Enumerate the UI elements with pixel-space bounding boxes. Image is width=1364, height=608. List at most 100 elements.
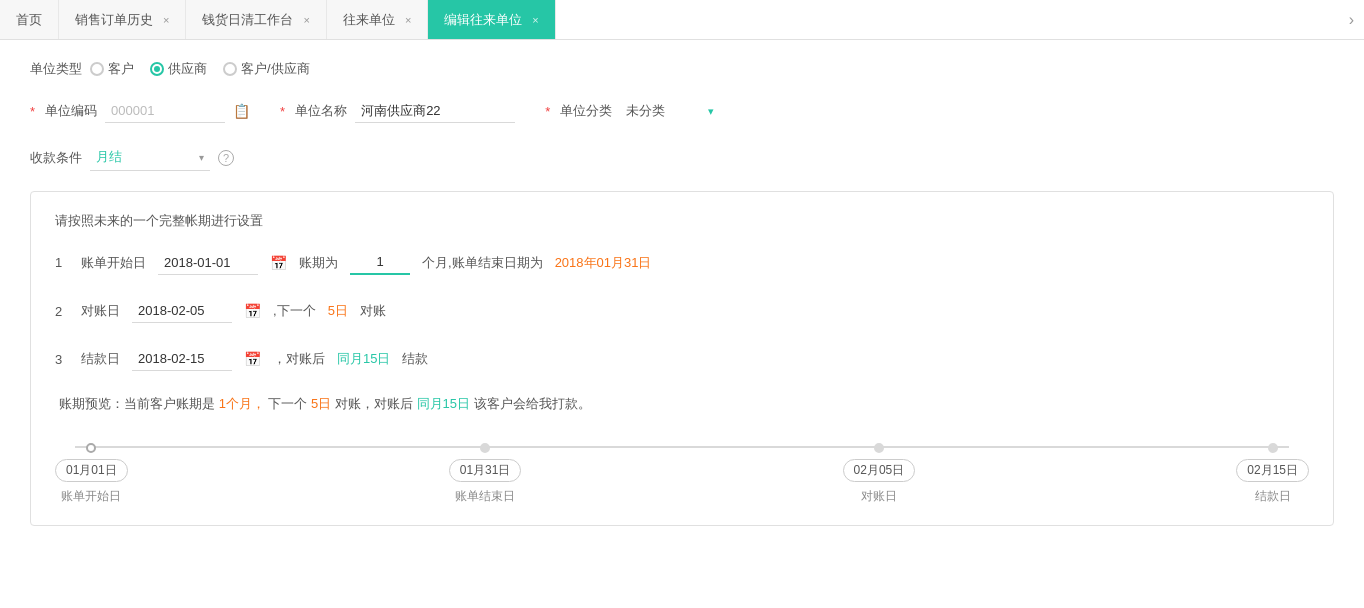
radio-group: 客户 供应商 客户/供应商: [90, 60, 310, 78]
unit-code-icon[interactable]: 📋: [233, 103, 250, 119]
radio-both[interactable]: 客户/供应商: [223, 60, 310, 78]
timeline-badge-2: 02月05日: [843, 459, 916, 482]
step3-row: 3 结款日 📅 ，对账后 同月15日 结款: [55, 347, 1309, 371]
unit-type-group: 单位类型 客户 供应商 客户/供应商: [30, 60, 310, 78]
unit-classify-value: 未分类: [626, 102, 704, 120]
tab-home[interactable]: 首页: [0, 0, 59, 39]
timeline-items: 01月01日 账单开始日 01月31日 账单结束日 02月05日 对账日 02月…: [55, 443, 1309, 505]
preview-text3: 该客户会给我打款。: [474, 396, 591, 411]
section-title: 请按照未来的一个完整帐期进行设置: [55, 212, 1309, 230]
step1-date-input[interactable]: [158, 251, 258, 275]
tab-partner[interactable]: 往来单位 ×: [327, 0, 428, 39]
step3-date-input[interactable]: [132, 347, 232, 371]
radio-supplier-label: 供应商: [168, 60, 207, 78]
tab-cash-work[interactable]: 钱货日清工作台 ×: [186, 0, 326, 39]
step2-row: 2 对账日 📅 ,下一个 5日 对账: [55, 299, 1309, 323]
step1-end-date: 2018年01月31日: [555, 254, 652, 272]
unit-name-star: *: [280, 104, 285, 119]
timeline-dot-1: [480, 443, 490, 453]
payment-group: 收款条件 月结 ▾ ?: [30, 144, 234, 171]
timeline-badge-0: 01月01日: [55, 459, 128, 482]
timeline-dot-0: [86, 443, 96, 453]
unit-info-row: * 单位编码 📋 * 单位名称 * 单位分类 未分类 ▾: [30, 98, 1334, 124]
payment-select[interactable]: 月结 ▾: [90, 144, 210, 171]
radio-customer[interactable]: 客户: [90, 60, 134, 78]
timeline-badge-3: 02月15日: [1236, 459, 1309, 482]
step1-num: 1: [55, 255, 69, 270]
classify-dropdown-arrow: ▾: [708, 105, 714, 118]
tab-expand-button[interactable]: ›: [1339, 0, 1364, 39]
timeline-item-1: 01月31日 账单结束日: [449, 443, 522, 505]
radio-both-label: 客户/供应商: [241, 60, 310, 78]
unit-code-label: 单位编码: [45, 102, 97, 120]
tab-sales-history-label: 销售订单历史: [75, 11, 153, 29]
tab-bar: 首页 销售订单历史 × 钱货日清工作台 × 往来单位 × 编辑往来单位 × ›: [0, 0, 1364, 40]
preview-label: 账期预览：当前客户账期是: [59, 396, 215, 411]
unit-type-label: 单位类型: [30, 60, 82, 78]
payment-help-icon[interactable]: ?: [218, 150, 234, 166]
tab-edit-partner-close[interactable]: ×: [532, 14, 538, 26]
step3-desc-after: 结款: [402, 350, 428, 368]
preview-highlight3: 同月15日: [417, 396, 470, 411]
preview-text2: 对账，对账后: [335, 396, 413, 411]
timeline-sublabel-0: 账单开始日: [61, 488, 121, 505]
step3-desc-before: ，对账后: [273, 350, 325, 368]
payment-dropdown-arrow: ▾: [199, 152, 204, 163]
step2-desc-after: 对账: [360, 302, 386, 320]
main-content: 单位类型 客户 供应商 客户/供应商 * 单位编码: [0, 40, 1364, 608]
unit-type-row: 单位类型 客户 供应商 客户/供应商: [30, 60, 1334, 78]
unit-classify-select[interactable]: 未分类 ▾: [620, 98, 720, 124]
step1-period-unit: 个月,账单结束日期为: [422, 254, 543, 272]
tab-cash-work-label: 钱货日清工作台: [202, 11, 293, 29]
step3-label: 结款日: [81, 350, 120, 368]
section-box: 请按照未来的一个完整帐期进行设置 1 账单开始日 📅 账期为 个月,账单结束日期…: [30, 191, 1334, 526]
step1-period-before: 账期为: [299, 254, 338, 272]
preview-text1: 下一个: [268, 396, 307, 411]
tab-edit-partner-label: 编辑往来单位: [444, 11, 522, 29]
timeline-sublabel-3: 结款日: [1255, 488, 1291, 505]
radio-customer-label: 客户: [108, 60, 134, 78]
timeline-badge-1: 01月31日: [449, 459, 522, 482]
step1-period-input[interactable]: [350, 250, 410, 275]
payment-label: 收款条件: [30, 149, 82, 167]
tab-sales-history[interactable]: 销售订单历史 ×: [59, 0, 186, 39]
step3-cal-icon[interactable]: 📅: [244, 351, 261, 367]
step2-date-input[interactable]: [132, 299, 232, 323]
step1-row: 1 账单开始日 📅 账期为 个月,账单结束日期为 2018年01月31日: [55, 250, 1309, 275]
step1-label: 账单开始日: [81, 254, 146, 272]
unit-classify-star: *: [545, 104, 550, 119]
timeline-sublabel-1: 账单结束日: [455, 488, 515, 505]
timeline-item-0: 01月01日 账单开始日: [55, 443, 128, 505]
tab-sales-history-close[interactable]: ×: [163, 14, 169, 26]
tab-cash-work-close[interactable]: ×: [303, 14, 309, 26]
step2-num: 2: [55, 304, 69, 319]
unit-name-input[interactable]: [355, 99, 515, 123]
tab-home-label: 首页: [16, 11, 42, 29]
radio-both-circle: [223, 62, 237, 76]
step2-highlight-date: 5日: [328, 302, 348, 320]
tab-partner-label: 往来单位: [343, 11, 395, 29]
preview-highlight2: 5日: [311, 396, 331, 411]
timeline-item-2: 02月05日 对账日: [843, 443, 916, 505]
payment-row: 收款条件 月结 ▾ ?: [30, 144, 1334, 171]
unit-code-input[interactable]: [105, 99, 225, 123]
unit-classify-label: 单位分类: [560, 102, 612, 120]
step3-num: 3: [55, 352, 69, 367]
radio-supplier[interactable]: 供应商: [150, 60, 207, 78]
unit-code-star: *: [30, 104, 35, 119]
step2-label: 对账日: [81, 302, 120, 320]
tab-edit-partner[interactable]: 编辑往来单位 ×: [428, 0, 555, 39]
unit-name-label: 单位名称: [295, 102, 347, 120]
unit-name-group: * 单位名称: [280, 99, 515, 123]
radio-supplier-circle: [150, 62, 164, 76]
preview-area: 账期预览：当前客户账期是 1个月， 下一个 5日 对账，对账后 同月15日 该客…: [55, 395, 1309, 413]
timeline-sublabel-2: 对账日: [861, 488, 897, 505]
step1-cal-icon[interactable]: 📅: [270, 255, 287, 271]
timeline: 01月01日 账单开始日 01月31日 账单结束日 02月05日 对账日 02月…: [55, 433, 1309, 505]
radio-customer-circle: [90, 62, 104, 76]
timeline-dot-3: [1268, 443, 1278, 453]
step3-highlight-date: 同月15日: [337, 350, 390, 368]
tab-partner-close[interactable]: ×: [405, 14, 411, 26]
unit-classify-group: * 单位分类 未分类 ▾: [545, 98, 720, 124]
step2-cal-icon[interactable]: 📅: [244, 303, 261, 319]
